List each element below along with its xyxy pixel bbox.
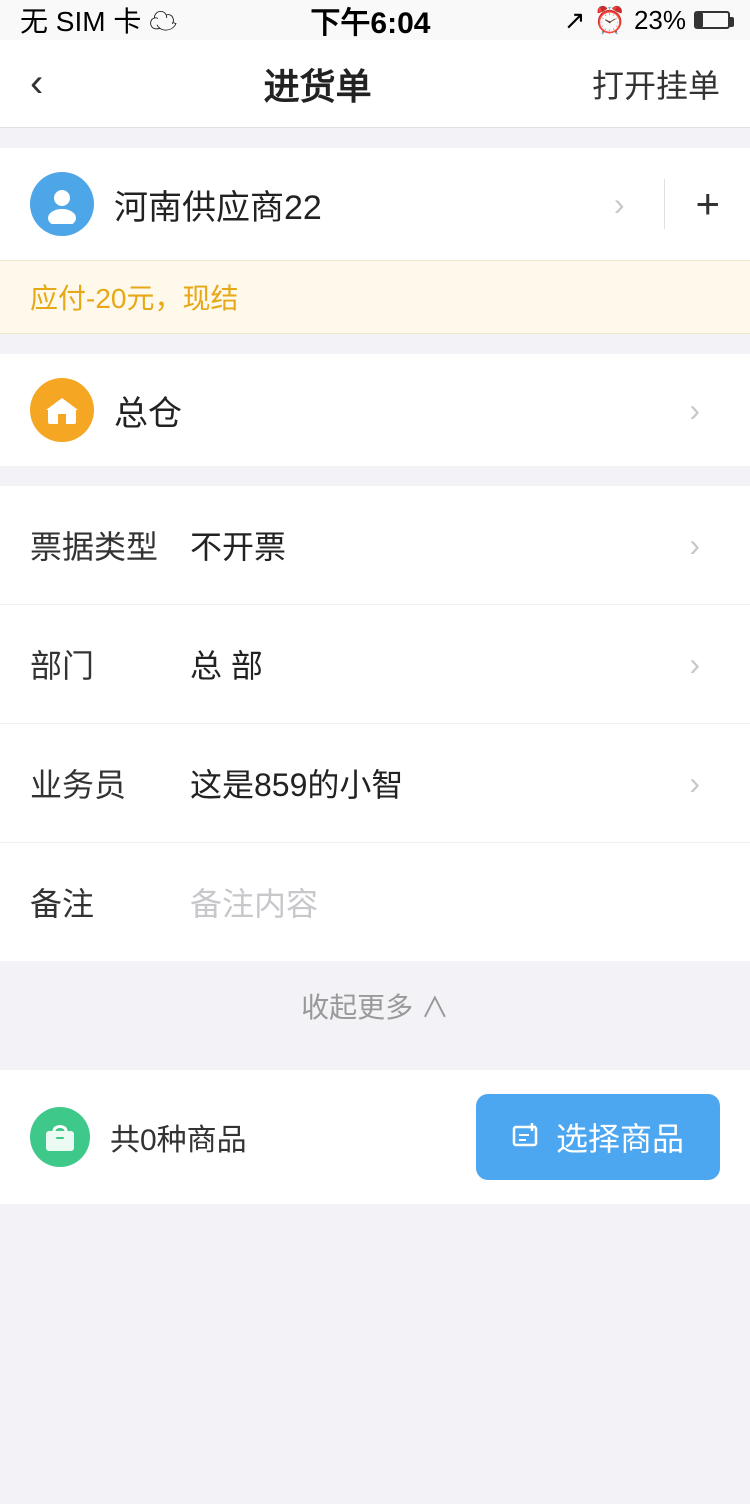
collapse-row[interactable]: 收起更多 ∧ xyxy=(0,962,750,1050)
form-section: 票据类型 不开票 › 部门 总 部 › 业务员 这是859的小智 › 备注 备注… xyxy=(0,486,750,961)
department-row[interactable]: 部门 总 部 › xyxy=(0,605,750,724)
warehouse-name: 总仓 xyxy=(114,386,689,435)
supplier-chevron-icon: › xyxy=(614,186,625,223)
warehouse-chevron-icon: › xyxy=(689,392,700,429)
supplier-name: 河南供应商22 xyxy=(114,180,614,229)
warehouse-icon xyxy=(30,378,94,442)
battery-icon xyxy=(694,11,730,29)
salesperson-label: 业务员 xyxy=(30,760,190,806)
select-goods-icon xyxy=(512,1121,544,1153)
add-supplier-button[interactable]: + xyxy=(695,180,720,228)
status-right: ↗ ⏰ 23% xyxy=(564,5,730,36)
collapse-label: 收起更多 ∧ xyxy=(301,986,449,1026)
sim-label: 无 SIM 卡 ☁ xyxy=(20,0,177,40)
remark-value[interactable]: 备注内容 xyxy=(190,879,720,925)
supplier-avatar xyxy=(30,172,94,236)
status-bar: 无 SIM 卡 ☁ 下午6:04 ↗ ⏰ 23% xyxy=(0,0,750,40)
page-title: 进货单 xyxy=(264,58,372,110)
select-goods-label: 选择商品 xyxy=(556,1114,684,1160)
salesperson-chevron-icon: › xyxy=(689,765,700,802)
department-label: 部门 xyxy=(30,641,190,687)
nav-bar: ‹ 进货单 打开挂单 xyxy=(0,40,750,128)
back-button[interactable]: ‹ xyxy=(30,61,43,106)
location-icon: ↗ xyxy=(564,5,586,36)
salesperson-value: 这是859的小智 xyxy=(190,760,689,806)
supplier-divider xyxy=(664,179,665,229)
status-time: 下午6:04 xyxy=(310,0,430,42)
bottom-bar: 共0种商品 选择商品 xyxy=(0,1070,750,1204)
section-divider-1 xyxy=(0,128,750,148)
warehouse-section: 总仓 › xyxy=(0,354,750,466)
supplier-notice: 应付-20元，现结 xyxy=(0,260,750,334)
invoice-type-chevron-icon: › xyxy=(689,527,700,564)
invoice-type-value: 不开票 xyxy=(190,522,689,568)
goods-count: 共0种商品 xyxy=(110,1115,476,1159)
select-goods-button[interactable]: 选择商品 xyxy=(476,1094,720,1180)
remark-row[interactable]: 备注 备注内容 xyxy=(0,843,750,961)
alarm-icon: ⏰ xyxy=(594,5,626,36)
supplier-section: 河南供应商22 › + 应付-20元，现结 xyxy=(0,148,750,334)
supplier-row[interactable]: 河南供应商22 › + xyxy=(0,148,750,260)
department-value: 总 部 xyxy=(190,641,689,687)
battery-label: 23% xyxy=(634,5,686,36)
open-pending-button[interactable]: 打开挂单 xyxy=(592,61,720,107)
remark-label: 备注 xyxy=(30,879,190,925)
goods-icon xyxy=(30,1107,90,1167)
invoice-type-label: 票据类型 xyxy=(30,522,190,568)
page-rest xyxy=(0,1204,750,1504)
department-chevron-icon: › xyxy=(689,646,700,683)
status-left: 无 SIM 卡 ☁ xyxy=(20,0,177,40)
salesperson-row[interactable]: 业务员 这是859的小智 › xyxy=(0,724,750,843)
warehouse-row[interactable]: 总仓 › xyxy=(0,354,750,466)
invoice-type-row[interactable]: 票据类型 不开票 › xyxy=(0,486,750,605)
